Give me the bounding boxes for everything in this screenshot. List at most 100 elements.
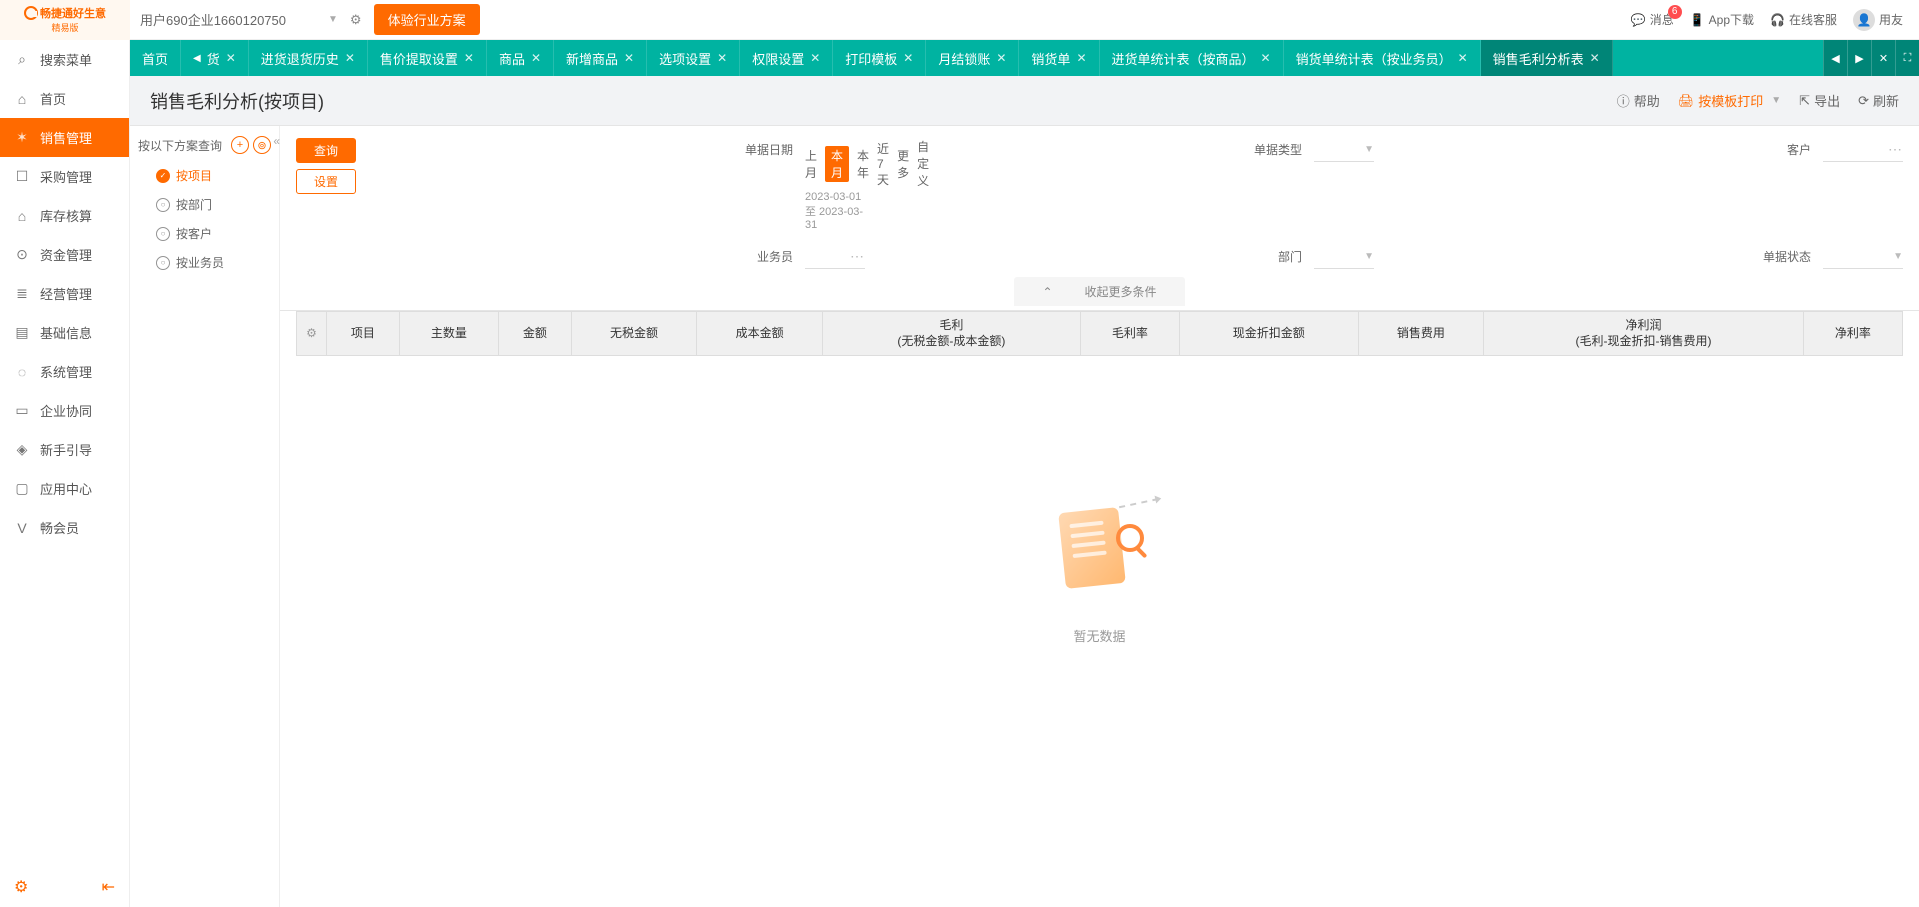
close-icon[interactable]: ✕ (996, 51, 1006, 65)
sidebar-item-label: 销售管理 (40, 128, 92, 147)
sidebar-item-9[interactable]: ▭企业协同 (0, 391, 129, 430)
sidebar-item-4[interactable]: ⌂库存核算 (0, 196, 129, 235)
tab-8[interactable]: 打印模板✕ (833, 40, 926, 76)
close-icon[interactable]: ✕ (810, 51, 820, 65)
fullscreen-icon[interactable]: ⛶ (1895, 40, 1919, 76)
page-title: 销售毛利分析(按项目) (150, 88, 324, 114)
page-header: 销售毛利分析(按项目) ⓘ帮助 🖨按模板打印▼ ⇱导出 ⟳刷新 (130, 76, 1919, 126)
chevron-down-icon: ▼ (328, 14, 338, 25)
avatar-icon: 👤 (1853, 9, 1875, 31)
sidebar-item-11[interactable]: ▢应用中心 (0, 469, 129, 508)
print-button[interactable]: 🖨按模板打印▼ (1678, 91, 1781, 110)
close-icon[interactable]: ✕ (464, 51, 474, 65)
scheme-item-label: 按项目 (176, 167, 212, 184)
tab-0[interactable]: 首页 (130, 40, 181, 76)
close-icon[interactable]: ✕ (903, 51, 913, 65)
export-button[interactable]: ⇱导出 (1799, 91, 1840, 110)
sidebar-icon: ◌ (14, 364, 30, 380)
settings-icon[interactable]: ⚙ (14, 877, 28, 897)
sidebar-item-6[interactable]: ≣经营管理 (0, 274, 129, 313)
collapse-sidebar-icon[interactable]: ⇤ (102, 877, 115, 897)
sidebar-item-3[interactable]: ☐采购管理 (0, 157, 129, 196)
salesman-label: 业务员 (368, 245, 793, 265)
tab-11[interactable]: 进货单统计表（按商品） ✕ (1100, 40, 1284, 76)
sidebar-footer: ⚙ ⇤ (0, 867, 129, 907)
query-button[interactable]: 查询 (296, 138, 356, 163)
sidebar-item-label: 首页 (40, 89, 66, 108)
sidebar-item-0[interactable]: ⌕搜索菜单 (0, 40, 129, 79)
tab-9[interactable]: 月结锁账✕ (926, 40, 1019, 76)
online-service-button[interactable]: 🎧 在线客服 (1770, 11, 1837, 28)
messages-button[interactable]: 💬 消息 6 (1631, 11, 1674, 28)
collapse-filters-button[interactable]: ⌃ 收起更多条件 (280, 273, 1919, 310)
tab-10[interactable]: 销货单✕ (1019, 40, 1099, 76)
scheme-item-3[interactable]: ○按业务员 (156, 251, 271, 274)
close-icon[interactable]: ✕ (717, 51, 727, 65)
sidebar: ⌕搜索菜单 ⌂ 首页 ✶销售管理☐采购管理⌂库存核算⊙资金管理≣经营管理▤基础信息◌系… (0, 40, 130, 907)
tab-1[interactable]: ◀货✕ (181, 40, 249, 76)
tab-label: 首页 (142, 49, 168, 68)
doc-type-select[interactable]: ▼ (1314, 138, 1374, 162)
gear-icon[interactable]: ⚙ (350, 12, 362, 28)
sidebar-icon: ⌂ (14, 91, 30, 107)
date-option-1[interactable]: 本月 (825, 146, 849, 182)
experience-button[interactable]: 体验行业方案 (374, 4, 480, 35)
setting-button[interactable]: 设置 (296, 169, 356, 194)
sidebar-item-12[interactable]: V畅会员 (0, 508, 129, 547)
scheme-item-1[interactable]: ○按部门 (156, 193, 271, 216)
sidebar-item-10[interactable]: ◈新手引导 (0, 430, 129, 469)
help-icon: ⓘ (1617, 91, 1630, 110)
help-button[interactable]: ⓘ帮助 (1617, 91, 1660, 110)
scheme-icon: ○ (156, 227, 170, 241)
sidebar-item-label: 应用中心 (40, 479, 92, 498)
tabs-close-all[interactable]: ✕ (1871, 40, 1895, 76)
scheme-settings-icon[interactable]: ⊚ (253, 136, 271, 154)
close-icon[interactable]: ✕ (531, 51, 541, 65)
sidebar-item-5[interactable]: ⊙资金管理 (0, 235, 129, 274)
date-option-0[interactable]: 上月 (805, 147, 817, 181)
collapse-scheme-icon[interactable]: « (273, 134, 280, 148)
app-download-button[interactable]: 📱 App下载 (1690, 11, 1754, 28)
close-icon[interactable]: ✕ (1076, 51, 1086, 65)
column-settings-icon[interactable]: ⚙ (297, 312, 327, 356)
customer-select[interactable]: ⋯ (1823, 138, 1903, 162)
scheme-item-label: 按客户 (176, 225, 212, 242)
sidebar-item-2[interactable]: ✶销售管理 (0, 118, 129, 157)
sidebar-item-label: 库存核算 (40, 206, 92, 225)
tab-3[interactable]: 售价提取设置✕ (368, 40, 487, 76)
tab-4[interactable]: 商品✕ (487, 40, 554, 76)
tab-5[interactable]: 新增商品✕ (554, 40, 647, 76)
tabs-scroll-left[interactable]: ◀ (1823, 40, 1847, 76)
scheme-item-2[interactable]: ○ 按客户 (156, 222, 271, 245)
tenant-select[interactable]: 用户690企业1660120750 ▼ (140, 10, 338, 29)
tab-bar: 首页 ◀货✕进货退货历史✕售价提取设置✕商品✕新增商品✕选项设置✕权限设置✕打印模… (130, 40, 1919, 76)
date-options: 上月本月本年近7天更多自定义 (805, 138, 865, 189)
tab-6[interactable]: 选项设置✕ (647, 40, 740, 76)
sidebar-item-label: 畅会员 (40, 518, 79, 537)
tab-7[interactable]: 权限设置✕ (740, 40, 833, 76)
refresh-button[interactable]: ⟳刷新 (1858, 91, 1899, 110)
close-icon[interactable]: ✕ (1261, 51, 1271, 65)
close-icon[interactable]: ✕ (345, 51, 355, 65)
dept-select[interactable]: ▼ (1314, 245, 1374, 269)
tab-13[interactable]: 销售毛利分析表✕ (1481, 40, 1613, 76)
empty-text: 暂无数据 (1073, 626, 1125, 645)
sidebar-item-8[interactable]: ◌系统管理 (0, 352, 129, 391)
user-menu[interactable]: 👤 用友 (1853, 9, 1903, 31)
salesman-select[interactable]: ⋯ (805, 245, 865, 269)
tabs-scroll-right[interactable]: ▶ (1847, 40, 1871, 76)
close-icon[interactable]: ✕ (1590, 51, 1600, 65)
tab-label: 进货单统计表（按商品） (1112, 49, 1255, 68)
tab-12[interactable]: 销货单统计表（按业务员）✕ (1284, 40, 1481, 76)
sidebar-item-7[interactable]: ▤基础信息 (0, 313, 129, 352)
date-option-2[interactable]: 本年 (857, 147, 869, 181)
sidebar-item-1[interactable]: ⌂ 首页 (0, 79, 129, 118)
doc-status-select[interactable]: ▼ (1823, 245, 1903, 269)
scheme-item-0[interactable]: ✓按项目 (156, 164, 271, 187)
close-icon[interactable]: ✕ (1458, 51, 1468, 65)
close-icon[interactable]: ✕ (624, 51, 634, 65)
tab-2[interactable]: 进货退货历史✕ (249, 40, 368, 76)
add-scheme-icon[interactable]: + (231, 136, 249, 154)
close-icon[interactable]: ✕ (226, 51, 236, 65)
empty-illustration (1050, 496, 1150, 596)
